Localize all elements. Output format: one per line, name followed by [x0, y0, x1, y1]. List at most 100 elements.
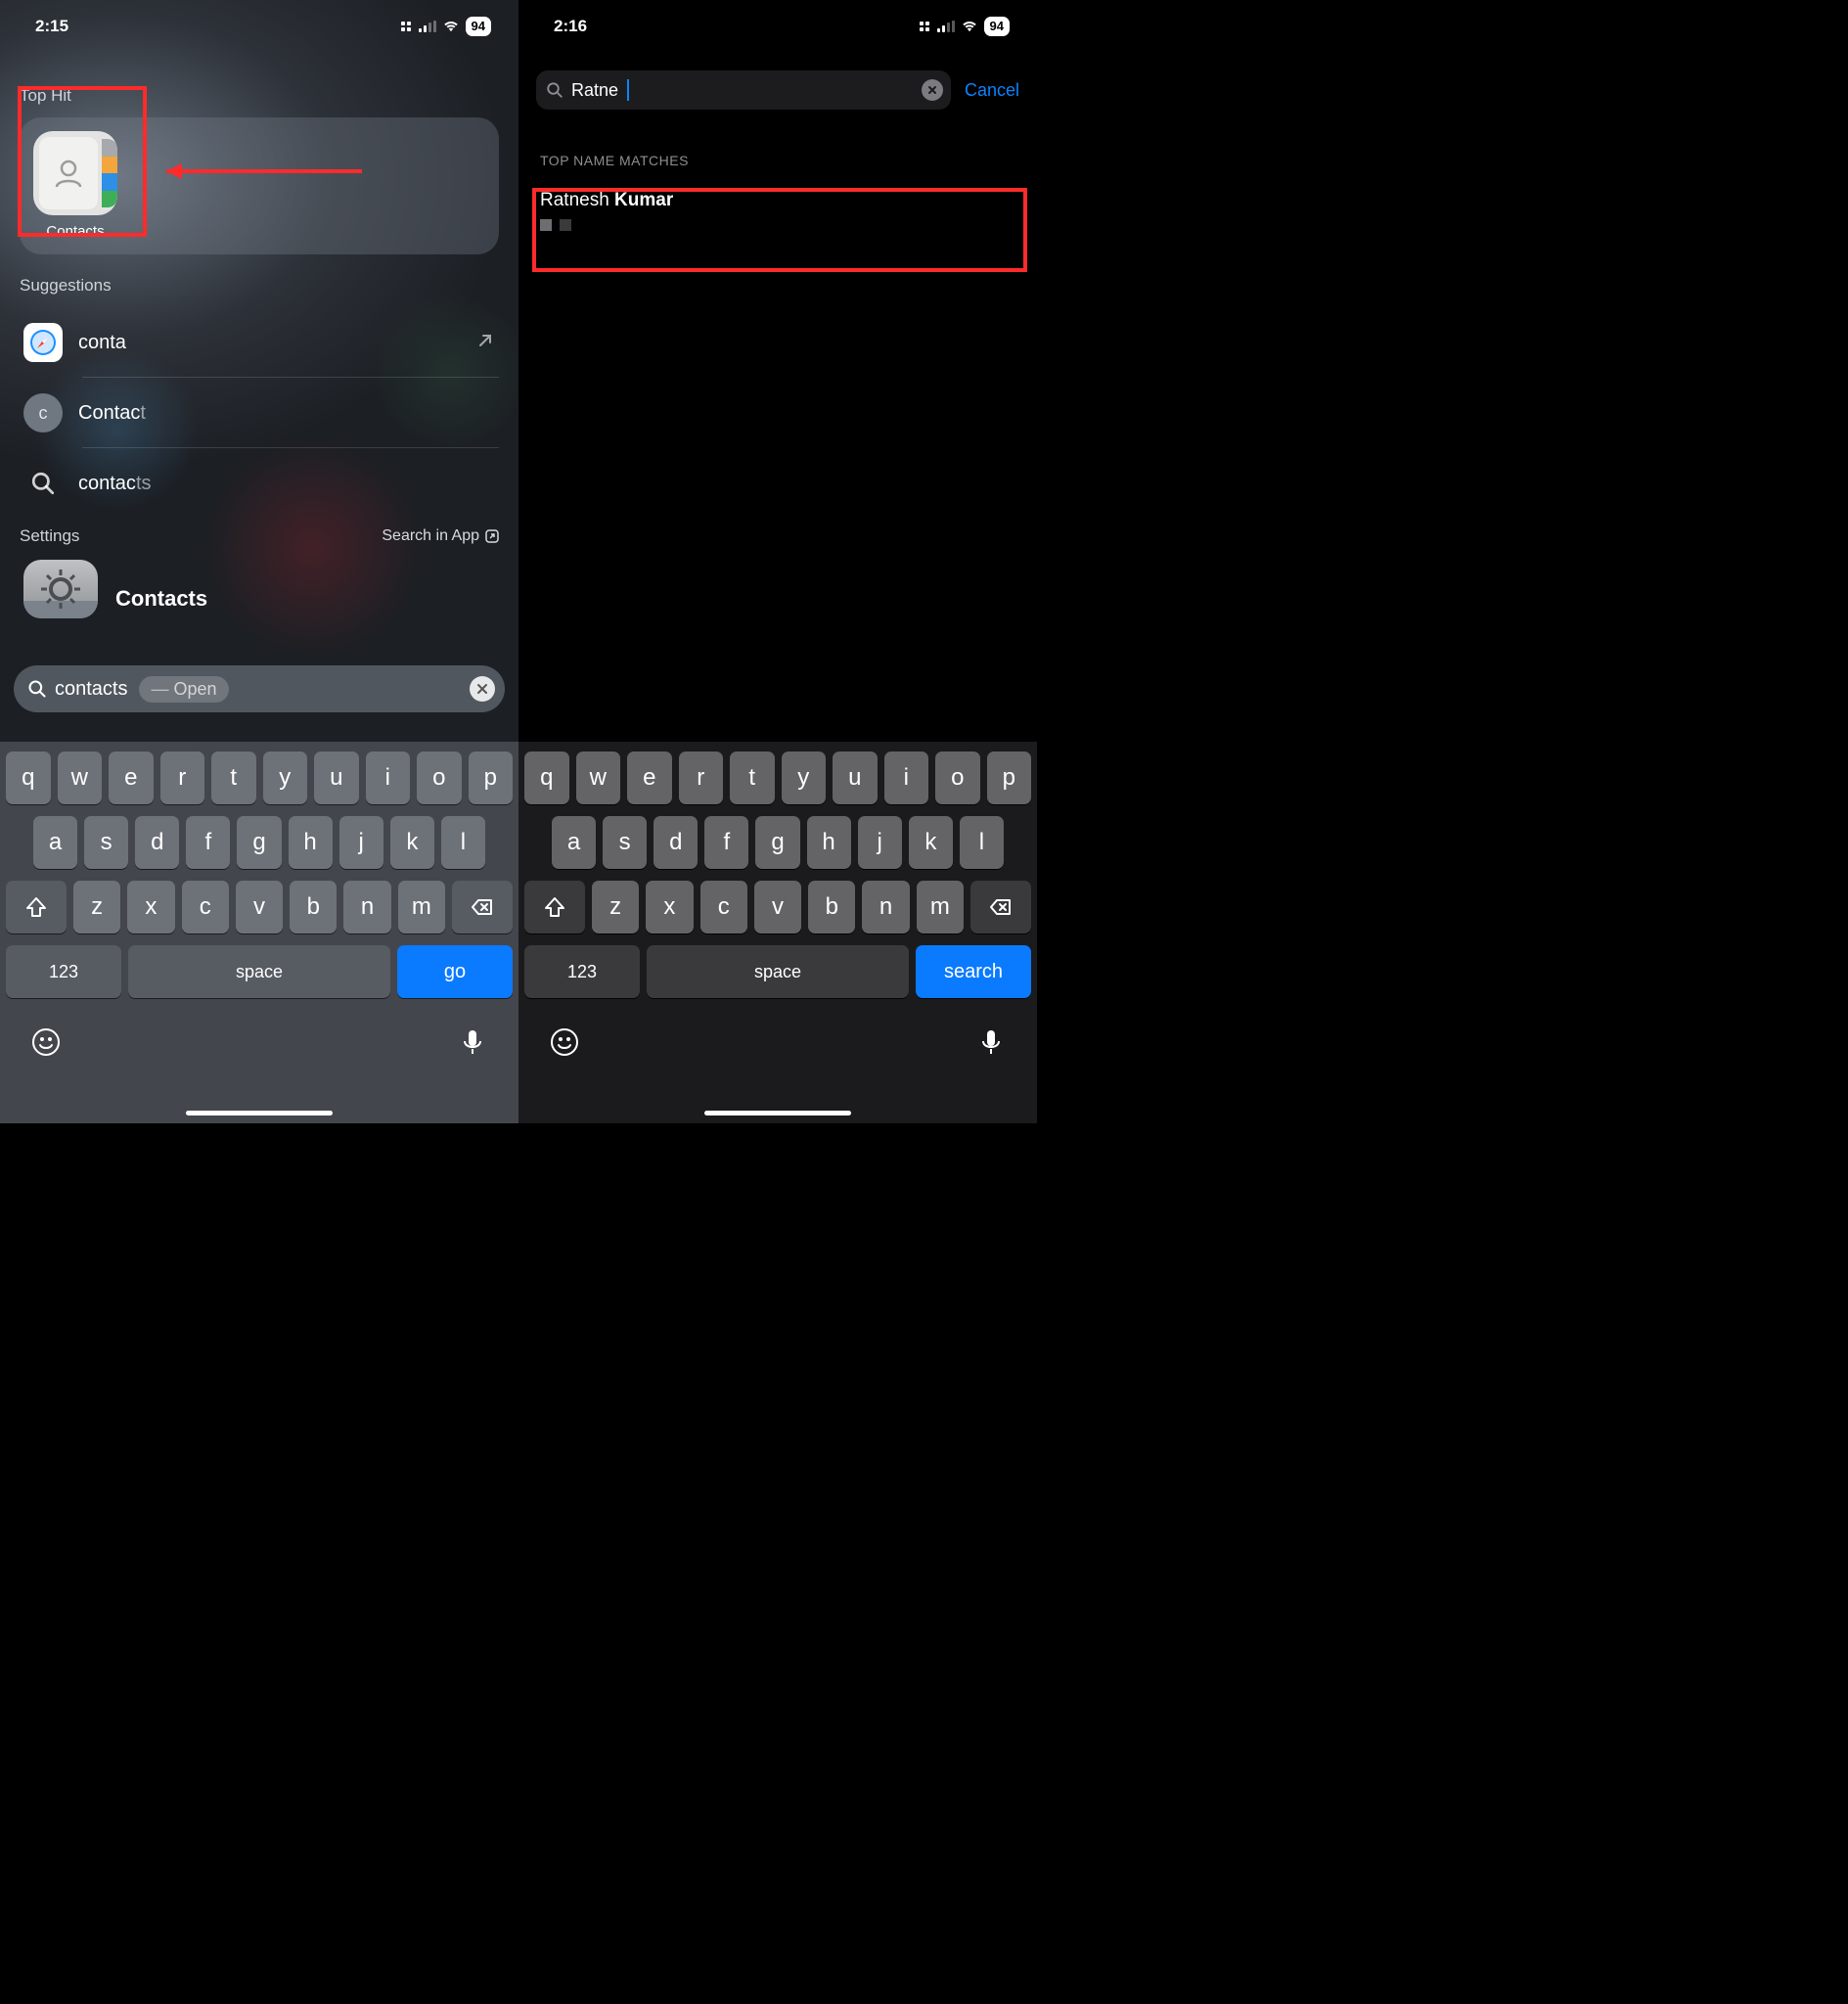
key-a[interactable]: a	[33, 816, 77, 869]
key-q[interactable]: q	[524, 752, 569, 804]
key-s[interactable]: s	[603, 816, 647, 869]
keyboard-row-2: asdfghjkl	[524, 816, 1031, 869]
suggestions-label: Suggestions	[20, 276, 499, 296]
key-j[interactable]: j	[339, 816, 383, 869]
key-u[interactable]: u	[314, 752, 359, 804]
key-p[interactable]: p	[469, 752, 514, 804]
keyboard: qwertyuiop asdfghjkl zxcvbnm 123 space g…	[0, 742, 518, 1123]
key-d[interactable]: d	[654, 816, 698, 869]
key-c[interactable]: c	[700, 881, 747, 934]
home-indicator[interactable]	[704, 1111, 851, 1116]
spotlight-search-field[interactable]: contacts Open	[14, 665, 505, 712]
key-n[interactable]: n	[862, 881, 909, 934]
search-in-app-link[interactable]: Search in App	[382, 527, 499, 545]
suggestion-text: contacts	[78, 473, 152, 495]
cancel-button[interactable]: Cancel	[965, 80, 1019, 101]
key-c[interactable]: c	[182, 881, 229, 934]
numeric-key[interactable]: 123	[524, 945, 640, 998]
shift-key[interactable]	[6, 881, 67, 934]
key-b[interactable]: b	[808, 881, 855, 934]
keyboard-row-3: zxcvbnm	[524, 881, 1031, 934]
shift-key[interactable]	[524, 881, 585, 934]
keyboard-row-1: qwertyuiop	[524, 752, 1031, 804]
suggestion-contact[interactable]: c Contact	[20, 378, 499, 448]
key-u[interactable]: u	[833, 752, 878, 804]
key-i[interactable]: i	[366, 752, 411, 804]
battery-indicator: 94	[984, 17, 1010, 36]
key-r[interactable]: r	[160, 752, 205, 804]
space-key[interactable]: space	[128, 945, 390, 998]
wifi-icon	[961, 20, 978, 33]
key-h[interactable]: h	[289, 816, 333, 869]
key-v[interactable]: v	[754, 881, 801, 934]
emoji-key[interactable]	[31, 1027, 61, 1057]
key-z[interactable]: z	[592, 881, 639, 934]
key-s[interactable]: s	[84, 816, 128, 869]
contacts-app-icon[interactable]	[33, 131, 117, 215]
status-bar: 2:16 94	[518, 0, 1037, 47]
key-v[interactable]: v	[236, 881, 283, 934]
home-indicator[interactable]	[186, 1111, 333, 1116]
key-i[interactable]: i	[884, 752, 929, 804]
key-x[interactable]: x	[646, 881, 693, 934]
clear-search-button[interactable]	[470, 676, 495, 702]
key-g[interactable]: g	[755, 816, 799, 869]
key-o[interactable]: o	[935, 752, 980, 804]
space-key[interactable]: space	[647, 945, 909, 998]
numeric-key[interactable]: 123	[6, 945, 121, 998]
key-e[interactable]: e	[109, 752, 154, 804]
key-l[interactable]: l	[441, 816, 485, 869]
search-query-text: Ratne	[571, 80, 618, 101]
suggestion-safari[interactable]: conta	[20, 307, 499, 378]
key-q[interactable]: q	[6, 752, 51, 804]
key-z[interactable]: z	[73, 881, 120, 934]
key-d[interactable]: d	[135, 816, 179, 869]
search-action-chip[interactable]: Open	[139, 676, 228, 703]
contacts-search-field[interactable]: Ratne	[536, 70, 951, 110]
backspace-key[interactable]	[970, 881, 1031, 934]
key-f[interactable]: f	[704, 816, 748, 869]
search-key[interactable]: search	[916, 945, 1031, 998]
key-k[interactable]: k	[909, 816, 953, 869]
backspace-key[interactable]	[452, 881, 513, 934]
keyboard-row-4: 123 space search	[524, 945, 1031, 998]
clear-search-button[interactable]	[922, 79, 943, 101]
text-cursor	[627, 79, 629, 101]
suggestion-text: Contact	[78, 402, 146, 425]
key-o[interactable]: o	[417, 752, 462, 804]
key-t[interactable]: t	[211, 752, 256, 804]
top-hit-card[interactable]: Contacts	[20, 117, 499, 254]
key-m[interactable]: m	[917, 881, 964, 934]
key-h[interactable]: h	[807, 816, 851, 869]
go-key[interactable]: go	[397, 945, 513, 998]
contact-result-row[interactable]: Ratnesh Kumar	[518, 176, 1037, 250]
key-p[interactable]: p	[987, 752, 1032, 804]
top-name-matches-label: TOP NAME MATCHES	[518, 110, 1037, 176]
key-l[interactable]: l	[960, 816, 1004, 869]
key-b[interactable]: b	[290, 881, 337, 934]
key-x[interactable]: x	[127, 881, 174, 934]
emoji-key[interactable]	[550, 1027, 579, 1057]
key-a[interactable]: a	[552, 816, 596, 869]
key-m[interactable]: m	[398, 881, 445, 934]
status-bar: 2:15 94	[0, 0, 518, 47]
key-y[interactable]: y	[263, 752, 308, 804]
key-w[interactable]: w	[576, 752, 621, 804]
key-n[interactable]: n	[343, 881, 390, 934]
key-y[interactable]: y	[782, 752, 827, 804]
key-t[interactable]: t	[730, 752, 775, 804]
top-hit-label: Top Hit	[20, 86, 499, 106]
dual-sim-icon	[401, 22, 411, 31]
key-g[interactable]: g	[237, 816, 281, 869]
suggestion-search[interactable]: contacts	[20, 448, 499, 519]
settings-contacts-row[interactable]: Contacts	[20, 560, 499, 618]
key-r[interactable]: r	[679, 752, 724, 804]
keyboard: qwertyuiop asdfghjkl zxcvbnm 123 space s…	[518, 742, 1037, 1123]
dictation-key[interactable]	[976, 1027, 1006, 1057]
key-w[interactable]: w	[58, 752, 103, 804]
key-e[interactable]: e	[627, 752, 672, 804]
key-k[interactable]: k	[390, 816, 434, 869]
dictation-key[interactable]	[458, 1027, 487, 1057]
key-f[interactable]: f	[186, 816, 230, 869]
key-j[interactable]: j	[858, 816, 902, 869]
